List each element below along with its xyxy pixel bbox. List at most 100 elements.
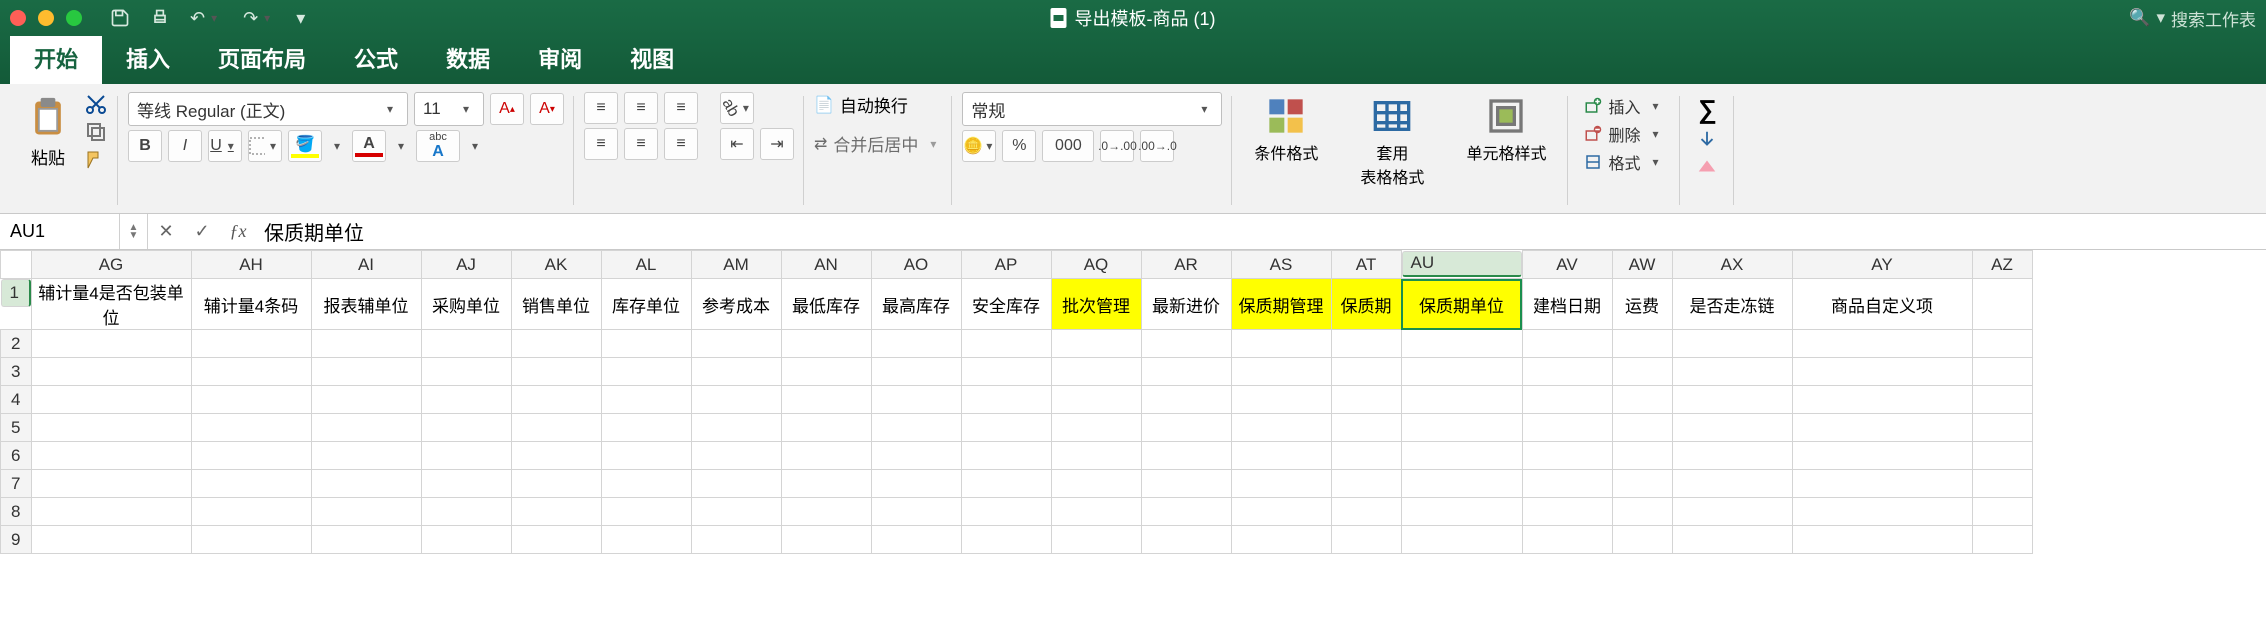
column-header-AL[interactable]: AL [601,251,691,279]
row-header-7[interactable]: 7 [1,470,32,498]
cell-AM6[interactable] [691,442,781,470]
column-header-AW[interactable]: AW [1612,251,1672,279]
cell-AM2[interactable] [691,330,781,358]
column-header-AU[interactable]: AU [1402,251,1522,277]
cell-AN7[interactable] [781,470,871,498]
cell-AN5[interactable] [781,414,871,442]
cell-AS5[interactable] [1231,414,1331,442]
sheet-search[interactable]: 🔍 ▾ 搜索工作表 [2129,6,2256,31]
format-as-table-button[interactable]: 套用 表格格式 [1352,92,1432,192]
row-header-1[interactable]: 1 [1,279,31,307]
cell-AZ4[interactable] [1972,386,2032,414]
cell-AI9[interactable] [311,526,421,554]
cell-AU6[interactable] [1401,442,1522,470]
cell-AM5[interactable] [691,414,781,442]
cell-AT8[interactable] [1331,498,1401,526]
cell-AJ6[interactable] [421,442,511,470]
cell-AL9[interactable] [601,526,691,554]
cell-AK1[interactable]: 销售单位 [511,279,601,330]
cell-AY7[interactable] [1792,470,1972,498]
cancel-formula-icon[interactable]: ✕ [148,221,184,242]
cell-AK4[interactable] [511,386,601,414]
fill-color-dropdown[interactable]: ▾ [328,139,346,153]
comma-style-button[interactable]: 000 [1042,130,1094,162]
cell-AW4[interactable] [1612,386,1672,414]
cell-AN3[interactable] [781,358,871,386]
row-header-9[interactable]: 9 [1,526,32,554]
row-header-8[interactable]: 8 [1,498,32,526]
cell-AR9[interactable] [1141,526,1231,554]
cell-AH1[interactable]: 辅计量4条码 [191,279,311,330]
phonetic-dropdown[interactable]: ▾ [466,139,484,153]
cell-AU9[interactable] [1401,526,1522,554]
cell-AZ2[interactable] [1972,330,2032,358]
cell-AN9[interactable] [781,526,871,554]
column-header-AG[interactable]: AG [31,251,191,279]
cell-AG7[interactable] [31,470,191,498]
number-format-select[interactable]: 常规▾ [962,92,1222,126]
tab-formulas[interactable]: 公式 [330,32,422,84]
cell-AX4[interactable] [1672,386,1792,414]
cell-AV7[interactable] [1522,470,1612,498]
cell-AG9[interactable] [31,526,191,554]
cell-AY1[interactable]: 商品自定义项 [1792,279,1972,330]
column-header-AK[interactable]: AK [511,251,601,279]
align-center-icon[interactable]: ≡ [624,128,658,160]
cell-AL8[interactable] [601,498,691,526]
font-name-select[interactable]: 等线 Regular (正文)▾ [128,92,408,126]
column-header-AT[interactable]: AT [1331,251,1401,279]
cell-AY6[interactable] [1792,442,1972,470]
cell-AW2[interactable] [1612,330,1672,358]
cell-AR8[interactable] [1141,498,1231,526]
tab-home[interactable]: 开始 [10,32,102,84]
increase-font-icon[interactable]: A▴ [490,93,524,125]
cell-AL5[interactable] [601,414,691,442]
cell-AV2[interactable] [1522,330,1612,358]
cell-AQ1[interactable]: 批次管理 [1051,279,1141,330]
cell-AP8[interactable] [961,498,1051,526]
cell-AZ8[interactable] [1972,498,2032,526]
align-left-icon[interactable]: ≡ [584,128,618,160]
decrease-font-icon[interactable]: A▾ [530,93,564,125]
cell-AJ9[interactable] [421,526,511,554]
qat-customize-icon[interactable]: ▾ [296,8,305,29]
fill-down-icon[interactable] [1696,129,1718,151]
cell-AZ9[interactable] [1972,526,2032,554]
redo-icon[interactable]: ↷ ▾ [243,8,276,29]
cell-AS9[interactable] [1231,526,1331,554]
cell-AS3[interactable] [1231,358,1331,386]
cell-AN4[interactable] [781,386,871,414]
cell-AM4[interactable] [691,386,781,414]
cell-AL6[interactable] [601,442,691,470]
cell-AN2[interactable] [781,330,871,358]
decrease-decimal-icon[interactable]: .00→.0 [1140,130,1174,162]
column-header-AY[interactable]: AY [1792,251,1972,279]
column-header-AX[interactable]: AX [1672,251,1792,279]
cell-AQ6[interactable] [1051,442,1141,470]
cell-AV4[interactable] [1522,386,1612,414]
cell-AO1[interactable]: 最高库存 [871,279,961,330]
cell-AT3[interactable] [1331,358,1401,386]
cell-AX3[interactable] [1672,358,1792,386]
cell-AS6[interactable] [1231,442,1331,470]
cell-AR2[interactable] [1141,330,1231,358]
decrease-indent-icon[interactable]: ⇤ [720,128,754,160]
bold-button[interactable]: B [128,130,162,162]
cell-AK5[interactable] [511,414,601,442]
cell-AM8[interactable] [691,498,781,526]
cell-AK2[interactable] [511,330,601,358]
cut-icon[interactable] [84,92,108,116]
cell-AX1[interactable]: 是否走冻链 [1672,279,1792,330]
wrap-text-button[interactable]: 📄自动换行 [814,92,942,117]
cell-AO6[interactable] [871,442,961,470]
cell-AN6[interactable] [781,442,871,470]
cell-AR6[interactable] [1141,442,1231,470]
cell-AW6[interactable] [1612,442,1672,470]
cell-AR1[interactable]: 最新进价 [1141,279,1231,330]
cell-AQ3[interactable] [1051,358,1141,386]
column-header-AN[interactable]: AN [781,251,871,279]
delete-cells-button[interactable]: 删除▾ [1584,122,1664,146]
currency-button[interactable]: 🪙▾ [962,130,996,162]
cell-AT6[interactable] [1331,442,1401,470]
print-icon[interactable] [150,8,170,28]
